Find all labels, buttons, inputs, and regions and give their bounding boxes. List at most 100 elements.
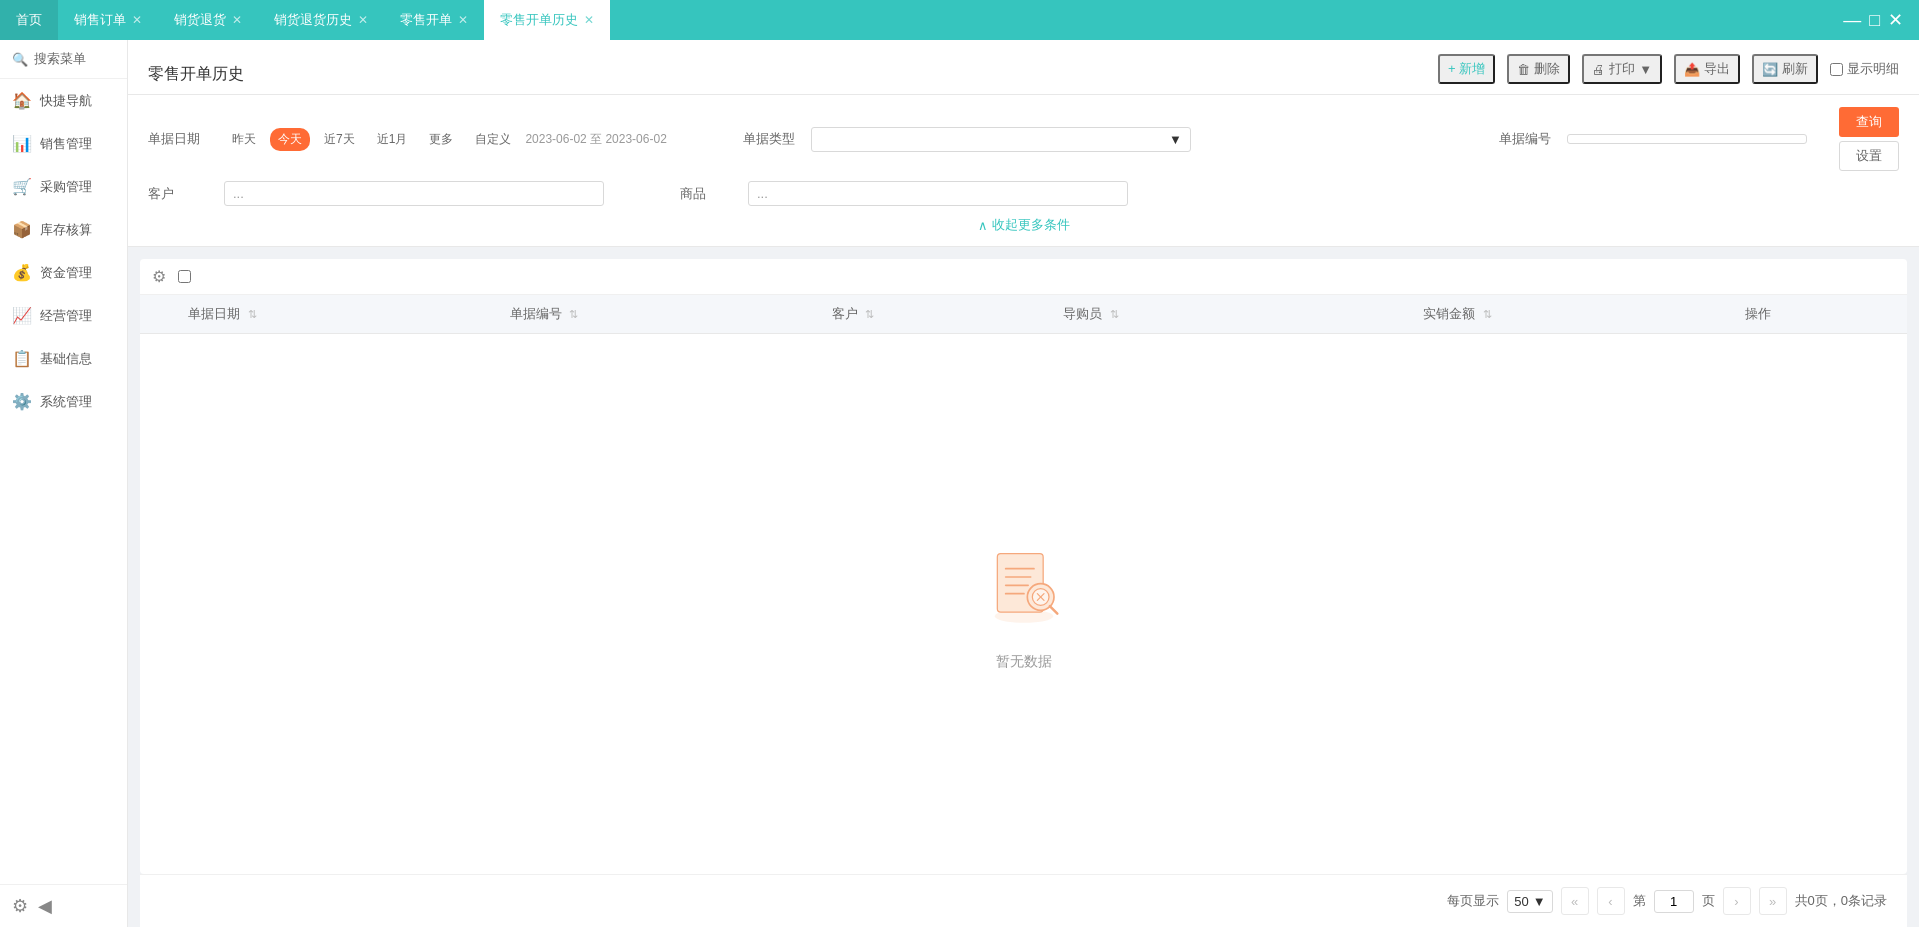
date-btn-1month[interactable]: 近1月 [369, 128, 416, 151]
sidebar-item-basic-info[interactable]: 📋 基础信息 [0, 337, 127, 380]
select-all-checkbox[interactable] [178, 270, 191, 283]
sidebar-bottom: ⚙ ◀ [0, 884, 127, 927]
tab-retail-open-label: 零售开单 [400, 11, 452, 29]
sidebar-item-sales-mgmt[interactable]: 📊 销售管理 [0, 122, 127, 165]
refresh-button[interactable]: 🔄 刷新 [1752, 54, 1818, 84]
date-btn-7days[interactable]: 近7天 [316, 128, 363, 151]
display-detail-checkbox[interactable] [1830, 63, 1843, 76]
date-btn-custom[interactable]: 自定义 [467, 128, 519, 151]
display-detail-toggle[interactable]: 显示明细 [1830, 60, 1899, 78]
pagination-last-btn[interactable]: » [1759, 887, 1787, 915]
pagination-total: 共0页，0条记录 [1795, 892, 1887, 910]
col-date[interactable]: 单据日期 ⇅ [176, 295, 498, 334]
col-action-label: 操作 [1745, 306, 1771, 321]
display-detail-label: 显示明细 [1847, 60, 1899, 78]
col-num-label: 单据编号 [510, 306, 562, 321]
date-btn-yesterday[interactable]: 昨天 [224, 128, 264, 151]
tab-retail-open-history[interactable]: 零售开单历史 ✕ [484, 0, 610, 40]
doc-num-input[interactable] [1567, 134, 1807, 144]
col-amount-sort-icon: ⇅ [1483, 308, 1492, 320]
window-maximize-btn[interactable]: □ [1869, 10, 1880, 31]
pagination-prev-btn[interactable]: ‹ [1597, 887, 1625, 915]
product-label: 商品 [680, 185, 740, 203]
quick-nav-icon: 🏠 [12, 91, 32, 110]
page-label: 第 [1633, 892, 1646, 910]
col-num-sort-icon: ⇅ [569, 308, 578, 320]
page-size-dropdown-icon: ▼ [1533, 894, 1546, 909]
sidebar-item-inventory[interactable]: 📦 库存核算 [0, 208, 127, 251]
sidebar-item-system[interactable]: ⚙️ 系统管理 [0, 380, 127, 423]
tab-sales-order-close[interactable]: ✕ [132, 13, 142, 27]
pagination-first-btn[interactable]: « [1561, 887, 1589, 915]
sidebar-search[interactable]: 🔍 搜索菜单 [0, 40, 127, 79]
tab-retail-open[interactable]: 零售开单 ✕ [384, 0, 484, 40]
tab-sales-return-history-close[interactable]: ✕ [358, 13, 368, 27]
sidebar-settings-icon[interactable]: ⚙ [12, 895, 28, 917]
sidebar-item-purchase-mgmt-label: 采购管理 [40, 178, 92, 196]
sidebar-search-label: 搜索菜单 [34, 50, 86, 68]
col-spacer [1328, 295, 1411, 334]
window-minimize-btn[interactable]: — [1843, 10, 1861, 31]
filter-row-2: 客户 ... 商品 ... [148, 181, 1899, 206]
window-controls: — □ ✕ [1843, 9, 1919, 31]
tab-retail-open-close[interactable]: ✕ [458, 13, 468, 27]
page-size-select[interactable]: 50 ▼ [1507, 890, 1552, 913]
product-input[interactable]: ... [748, 181, 1128, 206]
operations-icon: 📈 [12, 306, 32, 325]
sidebar-item-system-label: 系统管理 [40, 393, 92, 411]
col-amount[interactable]: 实销金额 ⇅ [1411, 295, 1733, 334]
table-settings-icon[interactable]: ⚙ [152, 267, 166, 286]
page-number-input[interactable]: 1 [1654, 890, 1694, 913]
export-button[interactable]: 📤 导出 [1674, 54, 1740, 84]
delete-button[interactable]: 🗑 删除 [1507, 54, 1570, 84]
col-date-label: 单据日期 [188, 306, 240, 321]
sidebar-item-basic-info-label: 基础信息 [40, 350, 92, 368]
pagination: 每页显示 50 ▼ « ‹ 第 1 页 › » 共0页，0条记录 [140, 874, 1907, 927]
tab-retail-open-history-close[interactable]: ✕ [584, 13, 594, 27]
col-date-sort-icon: ⇅ [248, 308, 257, 320]
per-page-label: 每页显示 [1447, 892, 1499, 910]
col-salesperson[interactable]: 导购员 ⇅ [1051, 295, 1328, 334]
sidebar-item-quick-nav[interactable]: 🏠 快捷导航 [0, 79, 127, 122]
pagination-next-btn[interactable]: › [1723, 887, 1751, 915]
product-value: ... [757, 186, 768, 201]
settings-query-button[interactable]: 设置 [1839, 141, 1899, 171]
tab-sales-return-label: 销货退货 [174, 11, 226, 29]
add-button[interactable]: + 新增 [1438, 54, 1495, 84]
col-customer-sort-icon: ⇅ [865, 308, 874, 320]
collapse-row: ∧ 收起更多条件 [148, 216, 1899, 234]
refresh-label: 刷新 [1782, 60, 1808, 78]
window-close-btn[interactable]: ✕ [1888, 9, 1903, 31]
filter-area: 单据日期 昨天 今天 近7天 近1月 更多 自定义 2023-06-02 至 2… [128, 95, 1919, 247]
sidebar-collapse-icon[interactable]: ◀ [38, 895, 52, 917]
sidebar-item-finance[interactable]: 💰 资金管理 [0, 251, 127, 294]
print-label: 打印 [1609, 60, 1635, 78]
query-button[interactable]: 查询 [1839, 107, 1899, 137]
doc-type-select[interactable]: ▼ [811, 127, 1191, 152]
collapse-button[interactable]: ∧ 收起更多条件 [978, 216, 1070, 234]
customer-value: ... [233, 186, 244, 201]
tab-home[interactable]: 首页 [0, 0, 58, 40]
print-button[interactable]: 🖨 打印 ▼ [1582, 54, 1662, 84]
customer-input[interactable]: ... [224, 181, 604, 206]
data-table: 单据日期 ⇅ 单据编号 ⇅ 客户 ⇅ 导购员 ⇅ [140, 295, 1907, 334]
date-btn-today[interactable]: 今天 [270, 128, 310, 151]
date-filter-label: 单据日期 [148, 130, 208, 148]
basic-info-icon: 📋 [12, 349, 32, 368]
export-label: 导出 [1704, 60, 1730, 78]
tab-sales-order[interactable]: 销售订单 ✕ [58, 0, 158, 40]
tab-sales-return[interactable]: 销货退货 ✕ [158, 0, 258, 40]
sidebar-item-operations[interactable]: 📈 经营管理 [0, 294, 127, 337]
export-icon: 📤 [1684, 62, 1700, 77]
tab-retail-open-history-label: 零售开单历史 [500, 11, 578, 29]
col-num[interactable]: 单据编号 ⇅ [498, 295, 820, 334]
top-navigation: 首页 销售订单 ✕ 销货退货 ✕ 销货退货历史 ✕ 零售开单 ✕ 零售开单历史 … [0, 0, 1919, 40]
col-customer[interactable]: 客户 ⇅ [820, 295, 1052, 334]
finance-icon: 💰 [12, 263, 32, 282]
date-btn-more[interactable]: 更多 [421, 128, 461, 151]
date-range-display: 2023-06-02 至 2023-06-02 [525, 131, 666, 148]
tab-sales-return-history[interactable]: 销货退货历史 ✕ [258, 0, 384, 40]
sidebar-item-purchase-mgmt[interactable]: 🛒 采购管理 [0, 165, 127, 208]
tab-sales-return-history-label: 销货退货历史 [274, 11, 352, 29]
tab-sales-return-close[interactable]: ✕ [232, 13, 242, 27]
